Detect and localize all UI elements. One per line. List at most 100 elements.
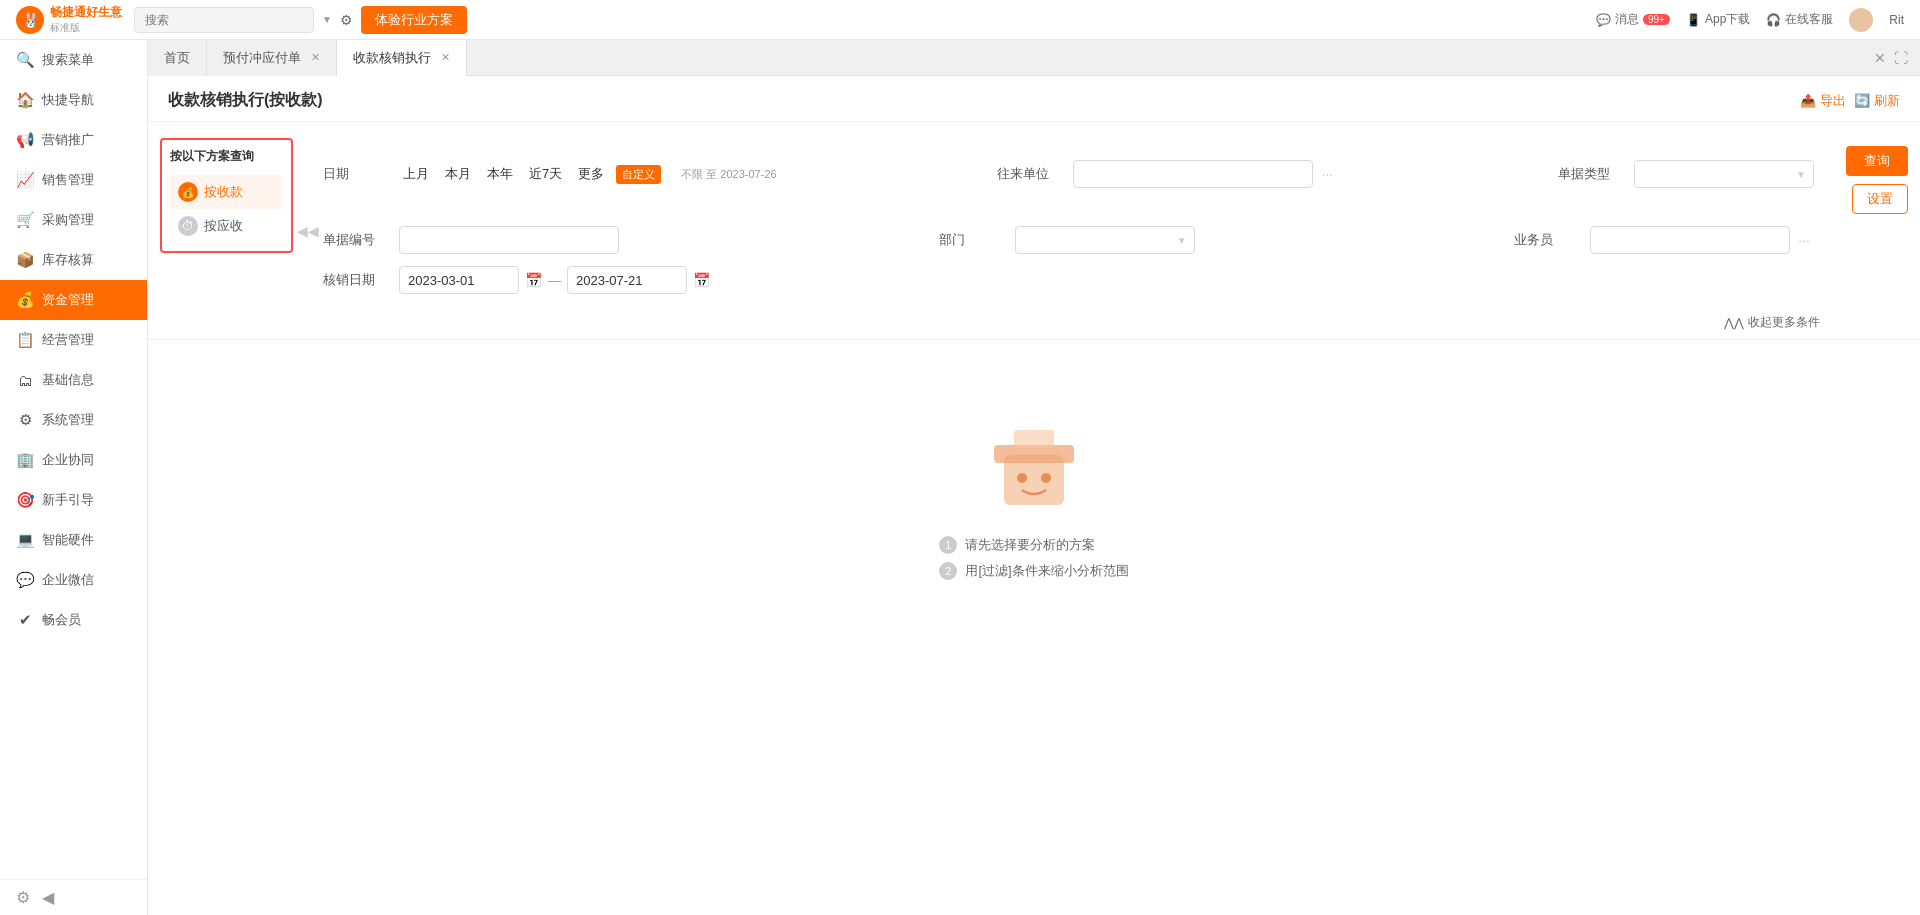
settings-bottom-icon[interactable]: ⚙ — [16, 888, 30, 907]
gear-icon[interactable]: ⚙ — [340, 12, 353, 28]
doc-type-select[interactable] — [1634, 160, 1814, 188]
empty-state: 1 请先选择要分析的方案 2 用[过滤]条件来缩小分析范围 — [148, 340, 1920, 660]
date-7days[interactable]: 近7天 — [525, 163, 566, 185]
sidebar-item-sales[interactable]: 📈 销售管理 — [0, 160, 147, 200]
filter-receipt-icon: 💰 — [178, 182, 198, 202]
date-label: 日期 — [323, 165, 383, 183]
top-bar: 🐰 畅捷通好生意 标准版 ▼ ⚙ 体验行业方案 💬 消息 99+ 📱 App下载… — [0, 0, 1920, 40]
tab-receipt-label: 收款核销执行 — [353, 49, 431, 67]
filter-actions: 查询 设置 — [1830, 134, 1920, 214]
custom-date-tag[interactable]: 自定义 — [616, 165, 661, 184]
tab-prepay[interactable]: 预付冲应付单 ✕ — [207, 40, 337, 76]
filter-by-receipt[interactable]: 💰 按收款 — [170, 175, 283, 209]
brand-name: 畅捷通好生意 — [50, 4, 122, 21]
refresh-btn[interactable]: 🔄 刷新 — [1854, 92, 1900, 110]
tab-prepay-close-icon[interactable]: ✕ — [311, 51, 320, 64]
svg-point-4 — [1041, 473, 1051, 483]
basic-info-icon: 🗂 — [16, 372, 34, 389]
sidebar-item-marketing[interactable]: 📢 营销推广 — [0, 120, 147, 160]
sidebar-item-operations[interactable]: 📋 经营管理 — [0, 320, 147, 360]
filter-sidebar-title: 按以下方案查询 — [170, 148, 283, 165]
filter-settings-btn[interactable]: 设置 — [1852, 184, 1908, 214]
sidebar-label-inventory: 库存核算 — [42, 251, 94, 269]
counterparty-ellipsis-icon[interactable]: ··· — [1317, 166, 1337, 182]
dropdown-arrow-icon[interactable]: ▼ — [322, 14, 332, 25]
export-label: 导出 — [1820, 92, 1846, 110]
collapse-sidebar-icon[interactable]: ◀ — [42, 888, 54, 907]
date-separator: — — [548, 273, 561, 288]
sidebar-item-guide[interactable]: 🎯 新手引导 — [0, 480, 147, 520]
filter-receipt-label: 按收款 — [204, 183, 243, 201]
tab-home[interactable]: 首页 — [148, 40, 207, 76]
write-off-end-input[interactable] — [567, 266, 687, 294]
date-note-wrapper: 不限 至 2023-07-26 — [681, 167, 776, 182]
doc-number-input[interactable] — [399, 226, 619, 254]
write-off-start-input[interactable] — [399, 266, 519, 294]
sidebar-item-wechat[interactable]: 💬 企业微信 — [0, 560, 147, 600]
message-icon: 💬 — [1596, 13, 1611, 27]
step-1-text: 请先选择要分析的方案 — [965, 536, 1095, 554]
end-calendar-icon[interactable]: 📅 — [693, 272, 710, 288]
date-this-month[interactable]: 本月 — [441, 163, 475, 185]
empty-steps: 1 请先选择要分析的方案 2 用[过滤]条件来缩小分析范围 — [939, 536, 1128, 580]
close-all-icon[interactable]: ✕ — [1874, 50, 1886, 66]
sidebar-item-quick-nav[interactable]: 🏠 快捷导航 — [0, 80, 147, 120]
maximize-icon[interactable]: ⛶ — [1894, 50, 1908, 66]
avatar — [1849, 8, 1873, 32]
filter-sidebar-container: 按以下方案查询 💰 按收款 ⏱ 按应收 — [148, 122, 323, 339]
sidebar-item-finance[interactable]: 💰 资金管理 — [0, 280, 147, 320]
sidebar-item-member[interactable]: ✔ 畅会员 — [0, 600, 147, 640]
export-btn[interactable]: 📤 导出 — [1800, 92, 1846, 110]
sidebar-item-system[interactable]: ⚙ 系统管理 — [0, 400, 147, 440]
page-header-actions: 📤 导出 🔄 刷新 — [1800, 92, 1900, 110]
sidebar-label-operations: 经营管理 — [42, 331, 94, 349]
salesperson-input[interactable] — [1590, 226, 1790, 254]
counterparty-input[interactable] — [1073, 160, 1313, 188]
query-btn[interactable]: 查询 — [1846, 146, 1908, 176]
search-input[interactable] — [134, 7, 314, 33]
salesperson-ellipsis-icon[interactable]: ··· — [1794, 232, 1814, 248]
sales-icon: 📈 — [16, 171, 34, 189]
tab-receipt[interactable]: 收款核销执行 ✕ — [337, 40, 467, 76]
filter-by-receivable[interactable]: ⏱ 按应收 — [170, 209, 283, 243]
online-service-btn[interactable]: 🎧 在线客服 — [1766, 11, 1833, 28]
filter-receivable-label: 按应收 — [204, 217, 243, 235]
dept-select[interactable] — [1015, 226, 1195, 254]
sidebar-item-search[interactable]: 🔍 搜索菜单 — [0, 40, 147, 80]
sidebar-item-inventory[interactable]: 📦 库存核算 — [0, 240, 147, 280]
solution-btn[interactable]: 体验行业方案 — [361, 6, 467, 34]
user-name: Rit — [1889, 13, 1904, 27]
svg-point-3 — [1017, 473, 1027, 483]
main-content: 首页 预付冲应付单 ✕ 收款核销执行 ✕ ✕ ⛶ 收款核销执行(按收款) — [148, 40, 1920, 915]
finance-icon: 💰 — [16, 291, 34, 309]
collapse-more-btn[interactable]: ⋀⋀ 收起更多条件 — [1724, 314, 1820, 331]
doc-type-label: 单据类型 — [1558, 165, 1618, 183]
service-icon: 🎧 — [1766, 13, 1781, 27]
collapse-label: 收起更多条件 — [1748, 314, 1820, 331]
service-label: 在线客服 — [1785, 11, 1833, 28]
tab-receipt-close-icon[interactable]: ✕ — [441, 51, 450, 64]
filter-options-box: 按以下方案查询 💰 按收款 ⏱ 按应收 — [160, 138, 293, 253]
filter-row-2: 单据编号 部门 ▼ 业务员 — [323, 226, 1920, 254]
tab-bar: 首页 预付冲应付单 ✕ 收款核销执行 ✕ ✕ ⛶ — [148, 40, 1920, 76]
date-last-month[interactable]: 上月 — [399, 163, 433, 185]
date-more[interactable]: 更多 — [574, 163, 608, 185]
tab-bar-actions: ✕ ⛶ — [1874, 50, 1920, 66]
sidebar: 🔍 搜索菜单 🏠 快捷导航 📢 营销推广 📈 销售管理 🛒 采购管理 📦 库存核… — [0, 40, 148, 915]
sidebar-collapse-btn[interactable]: ◀◀ — [293, 122, 323, 339]
date-range: 📅 — 📅 — [399, 266, 710, 294]
sidebar-item-enterprise[interactable]: 🏢 企业协同 — [0, 440, 147, 480]
sidebar-label-basic-info: 基础信息 — [42, 371, 94, 389]
message-btn[interactable]: 💬 消息 99+ — [1596, 11, 1670, 28]
sidebar-label-purchase: 采购管理 — [42, 211, 94, 229]
start-calendar-icon[interactable]: 📅 — [525, 272, 542, 288]
app-download-btn[interactable]: 📱 App下载 — [1686, 11, 1750, 28]
message-label: 消息 — [1615, 11, 1639, 28]
tab-home-label: 首页 — [164, 49, 190, 67]
filter-form-area: 日期 上月 本月 本年 近7天 更多 自定义 不限 至 2023-07-26 — [323, 122, 1920, 339]
date-this-year[interactable]: 本年 — [483, 163, 517, 185]
sidebar-item-purchase[interactable]: 🛒 采购管理 — [0, 200, 147, 240]
sidebar-item-hardware[interactable]: 💻 智能硬件 — [0, 520, 147, 560]
sidebar-item-basic-info[interactable]: 🗂 基础信息 — [0, 360, 147, 400]
marketing-icon: 📢 — [16, 131, 34, 149]
